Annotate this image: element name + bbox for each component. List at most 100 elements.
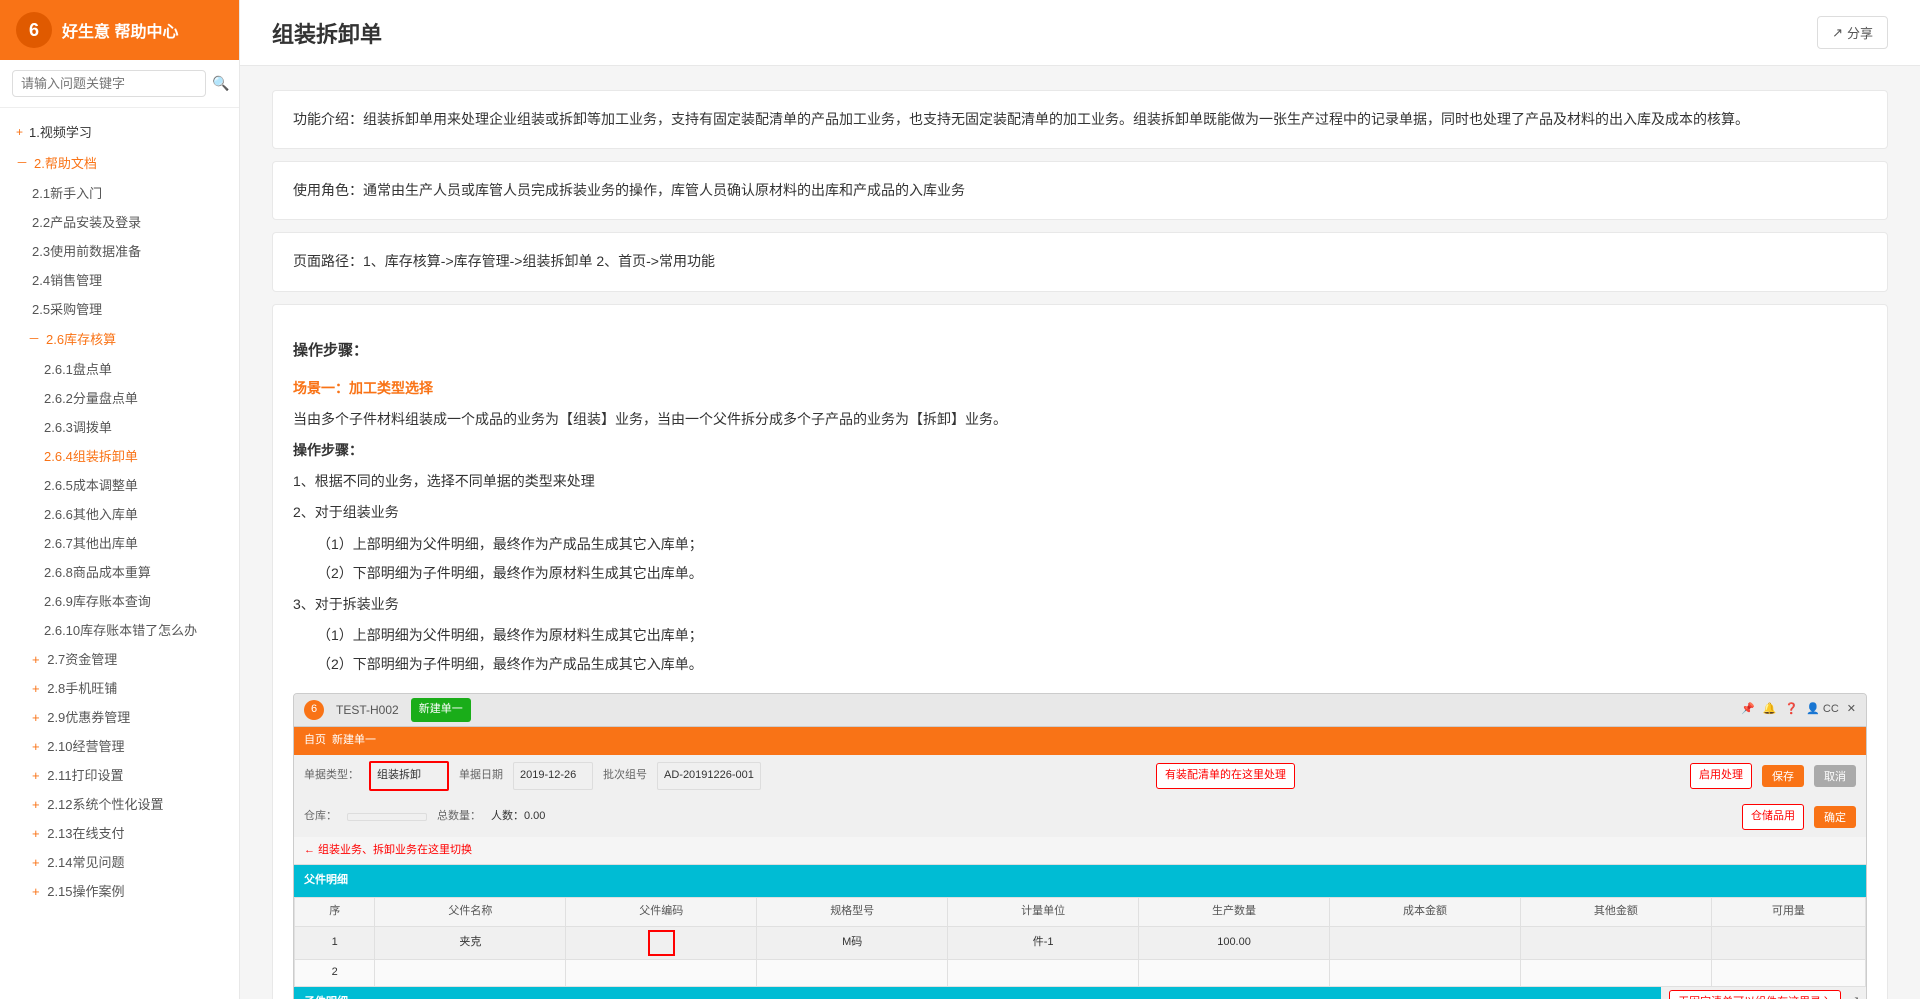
scene-title: 场景一：加工类型选择 xyxy=(293,376,1867,401)
cell-spec: M码 xyxy=(757,927,948,960)
sidebar: 6 好生意 帮助中心 🔍 + 1.视频学习 － 2.帮助文档 2.1新手入门 2… xyxy=(0,0,240,999)
table-row: 2 xyxy=(295,959,1866,986)
sidebar-item-docs-212[interactable]: + 2.12系统个性化设置 xyxy=(0,789,239,818)
cell-name: 夹克 xyxy=(375,927,566,960)
sidebar-item-docs-27[interactable]: + 2.7资金管理 xyxy=(0,644,239,673)
cell-cost xyxy=(1330,959,1521,986)
sidebar-sub-label: 2.1新手入门 xyxy=(32,186,102,201)
share-button[interactable]: ↗ 分享 xyxy=(1817,16,1888,49)
screenshot-new-label: 新建单一 xyxy=(332,731,376,751)
sidebar-item-docs-23[interactable]: 2.3使用前数据准备 xyxy=(0,236,239,265)
type-label: 单据类型： xyxy=(304,766,359,786)
cancel-button[interactable]: 取消 xyxy=(1814,765,1856,787)
screenshot-title: TEST-H002 xyxy=(336,700,399,722)
intro-block: 功能介绍：组装拆卸单用来处理企业组装或拆卸等加工业务，支持有固定装配清单的产品加… xyxy=(272,90,1888,149)
confirm-button[interactable]: 确定 xyxy=(1814,806,1856,828)
step1: 1、根据不同的业务，选择不同单据的类型来处理 xyxy=(293,469,1867,494)
cell-code xyxy=(566,959,757,986)
sidebar-item-docs-28[interactable]: + 2.8手机旺铺 xyxy=(0,673,239,702)
cell-other xyxy=(1520,959,1711,986)
cell-unit: 件-1 xyxy=(948,927,1139,960)
sidebar-sub-label: 2.6.3调拨单 xyxy=(44,420,112,435)
sidebar-sub-label: 2.7资金管理 xyxy=(47,652,117,667)
search-icon[interactable]: 🔍 xyxy=(212,75,229,92)
step2-1: （1）上部明细为父件明细，最终作为产成品生成其它入库单； xyxy=(317,532,1867,557)
screenshot-table-header: 父件明细 xyxy=(294,865,1866,897)
expand-icon-btn[interactable]: ⤢ xyxy=(1849,993,1858,999)
sidebar-title: 好生意 帮助中心 xyxy=(62,18,178,42)
screenshot: 6 TEST-H002 新建单一 📌 🔔 ❓ 👤 CC ✕ 自页 xyxy=(293,693,1867,999)
sidebar-item-docs-29[interactable]: + 2.9优惠券管理 xyxy=(0,702,239,731)
sidebar-sub-label: 2.13在线支付 xyxy=(47,826,124,841)
sidebar-item-docs-265[interactable]: 2.6.5成本调整单 xyxy=(0,470,239,499)
sidebar-sub-label: 2.6库存核算 xyxy=(46,329,116,348)
screenshot-icon4: 👤 CC xyxy=(1806,700,1839,720)
sidebar-item-docs-211[interactable]: + 2.11打印设置 xyxy=(0,760,239,789)
sidebar-item-docs-215[interactable]: + 2.15操作案例 xyxy=(0,876,239,905)
sidebar-item-docs-269[interactable]: 2.6.9库存账本查询 xyxy=(0,586,239,615)
annotation4-text: 无固定清单可以组件在这里录入 xyxy=(1669,990,1841,999)
sidebar-item-docs-268[interactable]: 2.6.8商品成本重算 xyxy=(0,557,239,586)
col-cost: 成本金额 xyxy=(1330,898,1521,927)
path-block: 页面路径：1、库存核算->库存管理->组装拆卸单 2、首页->常用功能 xyxy=(272,232,1888,291)
sidebar-sub-label: 2.2产品安装及登录 xyxy=(32,215,141,230)
save-button[interactable]: 保存 xyxy=(1762,765,1804,787)
sidebar-sub-label: 2.6.10库存账本错了怎么办 xyxy=(44,623,197,638)
person-value xyxy=(347,813,427,821)
sidebar-item-docs-267[interactable]: 2.6.7其他出库单 xyxy=(0,528,239,557)
cell-prod-qty: 100.00 xyxy=(1139,927,1330,960)
screenshot-icon1: 📌 xyxy=(1741,700,1755,720)
sidebar-item-docs-26[interactable]: － 2.6库存核算 xyxy=(0,323,239,354)
annotation1-wrap: 有装配清单的在这里处理 xyxy=(771,763,1680,789)
cell-code xyxy=(566,927,757,960)
role-block: 使用角色：通常由生产人员或库管人员完成拆装业务的操作，库管人员确认原材料的出库和… xyxy=(272,161,1888,220)
sidebar-item-docs-21[interactable]: 2.1新手入门 xyxy=(0,178,239,207)
date-value: 2019-12-26 xyxy=(513,762,593,790)
sidebar-item-docs-214[interactable]: + 2.14常见问题 xyxy=(0,847,239,876)
screenshot-sub-table-header: 子件明细 xyxy=(294,987,1661,999)
sidebar-sub-label: 2.6.8商品成本重算 xyxy=(44,565,151,580)
sidebar-item-docs-266[interactable]: 2.6.6其他入库单 xyxy=(0,499,239,528)
sidebar-item-docs-25[interactable]: 2.5采购管理 xyxy=(0,294,239,323)
cell-unit xyxy=(948,959,1139,986)
sidebar-sub-label: 2.6.9库存账本查询 xyxy=(44,594,151,609)
col-parent-code: 父件编码 xyxy=(566,898,757,927)
sidebar-item-docs-261[interactable]: 2.6.1盘点单 xyxy=(0,354,239,383)
sidebar-item-docs-22[interactable]: 2.2产品安装及登录 xyxy=(0,207,239,236)
sidebar-item-docs-210[interactable]: + 2.10经营管理 xyxy=(0,731,239,760)
col-qty: 生产数量 xyxy=(1139,898,1330,927)
step2: 2、对于组装业务 xyxy=(293,500,1867,525)
sidebar-item-docs-264[interactable]: 2.6.4组装拆卸单 xyxy=(0,441,239,470)
sidebar-sub-label: 2.6.6其他入库单 xyxy=(44,507,138,522)
screenshot-logo: 6 xyxy=(304,700,324,720)
col-seq: 序 xyxy=(295,898,375,927)
share-icon: ↗ xyxy=(1832,25,1843,41)
annotation3-text: 启用处理 xyxy=(1690,763,1752,789)
sidebar-sub-label: 2.12系统个性化设置 xyxy=(47,797,163,812)
sidebar-sub-label: 2.14常见问题 xyxy=(47,855,124,870)
sidebar-item-docs-262[interactable]: 2.6.2分量盘点单 xyxy=(0,383,239,412)
sidebar-item-docs[interactable]: － 2.帮助文档 xyxy=(0,147,239,178)
screenshot-home-label: 自页 xyxy=(304,731,326,751)
screenshot-form-row: 单据类型： 组装拆卸 单据日期 2019-12-26 批次组号 AD-20191… xyxy=(294,755,1866,798)
sidebar-item-docs-24[interactable]: 2.4销售管理 xyxy=(0,265,239,294)
sidebar-item-video[interactable]: + 1.视频学习 xyxy=(0,116,239,147)
cell-seq: 2 xyxy=(295,959,375,986)
sidebar-item-docs-213[interactable]: + 2.13在线支付 xyxy=(0,818,239,847)
sidebar-sub-label: 2.6.4组装拆卸单 xyxy=(44,449,138,464)
search-input[interactable] xyxy=(12,70,206,97)
date-label: 单据日期 xyxy=(459,766,503,786)
group-value: AD-20191226-001 xyxy=(657,762,761,790)
cell-spec xyxy=(757,959,948,986)
expand-icon: + xyxy=(32,855,40,870)
warehouse-annotation: 仓储品用 xyxy=(1742,804,1804,830)
page-title: 组装拆卸单 xyxy=(272,17,382,49)
sidebar-sub-label: 2.10经营管理 xyxy=(47,739,124,754)
sub-table-header-row: 子件明细 无固定清单可以组件在这里录入 ⤢ xyxy=(294,987,1866,999)
cell-prod-qty xyxy=(1139,959,1330,986)
sidebar-item-docs-2610[interactable]: 2.6.10库存账本错了怎么办 xyxy=(0,615,239,644)
screenshot-subtoolbar: 自页 新建单一 xyxy=(294,727,1866,755)
annotation2-row: ← 组装业务、拆卸业务在这里切换 xyxy=(294,837,1866,866)
sidebar-item-docs-263[interactable]: 2.6.3调拨单 xyxy=(0,412,239,441)
parent-table: 序 父件名称 父件编码 规格型号 计量单位 生产数量 成本金额 其他金额 可用量 xyxy=(294,897,1866,986)
